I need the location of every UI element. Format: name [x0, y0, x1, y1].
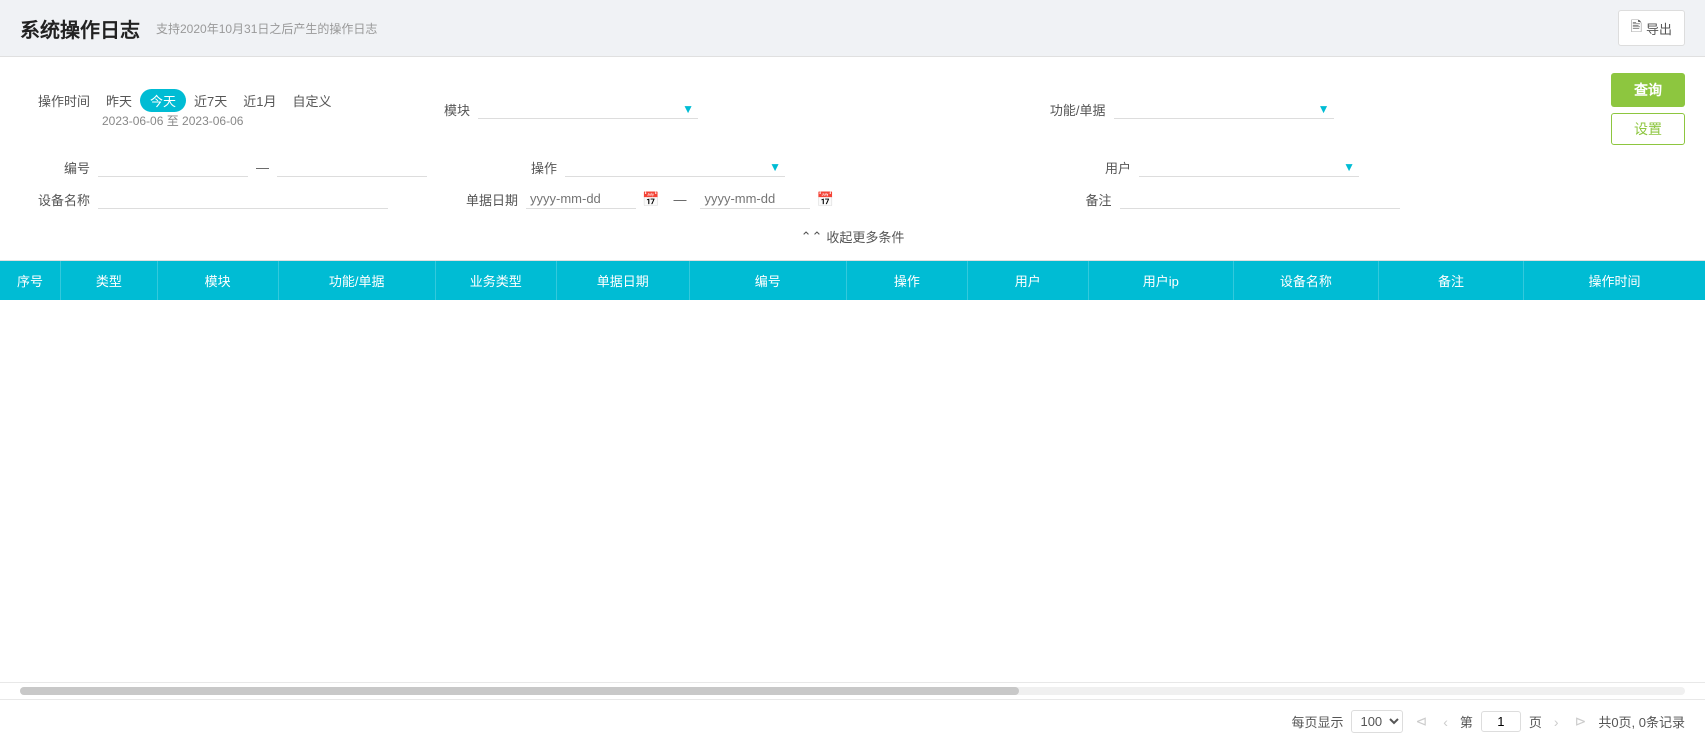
- data-table: 序号 类型 模块 功能/单据 业务类型 单据日期 编号 操作 用户 用户ip 设…: [0, 261, 1705, 300]
- col-voucher-date: 单据日期: [556, 261, 689, 300]
- collapse-row: ⌃⌃ 收起更多条件: [20, 221, 1685, 250]
- total-info: 共0页, 0条记录: [1598, 712, 1685, 731]
- filter-row-1: 操作时间 昨天 今天 近7天 近1月 自定义 2023-06-06 至 2023…: [20, 73, 1685, 145]
- number-label: 编号: [20, 158, 90, 177]
- module-select[interactable]: [482, 101, 694, 116]
- action-buttons: 查询 设置: [1611, 73, 1685, 145]
- table-wrap: 序号 类型 模块 功能/单据 业务类型 单据日期 编号 操作 用户 用户ip 设…: [0, 261, 1705, 682]
- prev-page-button[interactable]: ‹: [1439, 712, 1452, 732]
- col-device: 设备名称: [1233, 261, 1378, 300]
- export-button[interactable]: 🖹 导出: [1618, 10, 1685, 46]
- time-btn-yesterday[interactable]: 昨天: [98, 89, 140, 112]
- last-page-button[interactable]: ⊳: [1571, 711, 1591, 732]
- date-start-input[interactable]: [526, 189, 636, 209]
- first-page-button[interactable]: ⊲: [1411, 711, 1431, 732]
- col-user: 用户: [967, 261, 1088, 300]
- empty-state: [0, 300, 1705, 630]
- voucher-date-label: 单据日期: [448, 190, 518, 209]
- scrollbar-thumb[interactable]: [20, 687, 1019, 695]
- user-select[interactable]: [1143, 159, 1355, 174]
- func-select-wrap: ▼: [1114, 99, 1334, 119]
- time-btn-custom[interactable]: 自定义: [285, 89, 340, 112]
- col-index: 序号: [0, 261, 60, 300]
- page-subtitle: 支持2020年10月31日之后产生的操作日志: [156, 20, 377, 37]
- collapse-button[interactable]: ⌃⌃ 收起更多条件: [801, 227, 905, 246]
- device-label: 设备名称: [20, 190, 90, 209]
- scrollbar-track: [20, 687, 1685, 695]
- time-btn-1month[interactable]: 近1月: [235, 89, 284, 112]
- operation-select[interactable]: [569, 159, 781, 174]
- col-type: 类型: [60, 261, 157, 300]
- filter-row-2: 编号 — 操作 ▼ 用户: [20, 157, 1685, 177]
- device-input[interactable]: [98, 189, 388, 209]
- page-header: 系统操作日志 支持2020年10月31日之后产生的操作日志 🖹 导出: [0, 0, 1705, 57]
- operation-select-wrap: ▼: [565, 157, 785, 177]
- remark-input[interactable]: [1120, 189, 1400, 209]
- page-unit: 页: [1529, 712, 1542, 731]
- func-select[interactable]: [1118, 101, 1330, 116]
- time-btn-today[interactable]: 今天: [140, 89, 186, 112]
- next-page-button[interactable]: ›: [1550, 712, 1563, 732]
- export-icon: 🖹: [1631, 16, 1642, 40]
- calendar-start-icon[interactable]: 📅: [642, 191, 659, 208]
- scrollbar-row: [0, 682, 1705, 699]
- filter-row-3: 设备名称 单据日期 📅 — 📅 备注: [20, 189, 1685, 209]
- col-module: 模块: [157, 261, 278, 300]
- calendar-end-icon[interactable]: 📅: [816, 191, 833, 208]
- page-label: 第: [1460, 712, 1473, 731]
- module-label: 模块: [400, 100, 470, 119]
- func-label: 功能/单据: [1036, 100, 1106, 119]
- date-range-wrap: 📅 — 📅: [526, 189, 834, 209]
- remark-label: 备注: [1042, 190, 1112, 209]
- col-func: 功能/单据: [278, 261, 435, 300]
- date-end-input[interactable]: [700, 189, 810, 209]
- user-label: 用户: [1061, 158, 1131, 177]
- pagination: 每页显示 100 50 200 ⊲ ‹ 第 页 › ⊳ 共0页, 0条记录: [0, 699, 1705, 743]
- date-dash: —: [673, 192, 686, 207]
- page-size-select[interactable]: 100 50 200: [1351, 710, 1403, 733]
- time-filter-group: 昨天 今天 近7天 近1月 自定义: [98, 89, 340, 112]
- time-label: 操作时间: [20, 91, 90, 110]
- settings-button[interactable]: 设置: [1611, 113, 1685, 145]
- query-button[interactable]: 查询: [1611, 73, 1685, 107]
- page-size-label: 每页显示: [1291, 712, 1343, 731]
- col-number: 编号: [689, 261, 846, 300]
- page-title: 系统操作日志: [20, 14, 140, 43]
- filter-area: 操作时间 昨天 今天 近7天 近1月 自定义 2023-06-06 至 2023…: [0, 57, 1705, 261]
- col-biz-type: 业务类型: [435, 261, 556, 300]
- module-select-wrap: ▼: [478, 99, 698, 119]
- page-number-input[interactable]: [1481, 711, 1521, 732]
- number-dash: —: [256, 160, 269, 175]
- collapse-chevron-icon: ⌃⌃: [801, 229, 823, 245]
- table-header: 序号 类型 模块 功能/单据 业务类型 单据日期 编号 操作 用户 用户ip 设…: [0, 261, 1705, 300]
- time-btn-7days[interactable]: 近7天: [186, 89, 235, 112]
- number-start-input[interactable]: [98, 157, 248, 177]
- col-user-ip: 用户ip: [1088, 261, 1233, 300]
- col-operation: 操作: [846, 261, 967, 300]
- col-remark: 备注: [1378, 261, 1523, 300]
- number-end-input[interactable]: [277, 157, 427, 177]
- operation-label: 操作: [487, 158, 557, 177]
- user-select-wrap: ▼: [1139, 157, 1359, 177]
- time-range-display: 2023-06-06 至 2023-06-06: [102, 114, 243, 128]
- col-op-time: 操作时间: [1524, 261, 1705, 300]
